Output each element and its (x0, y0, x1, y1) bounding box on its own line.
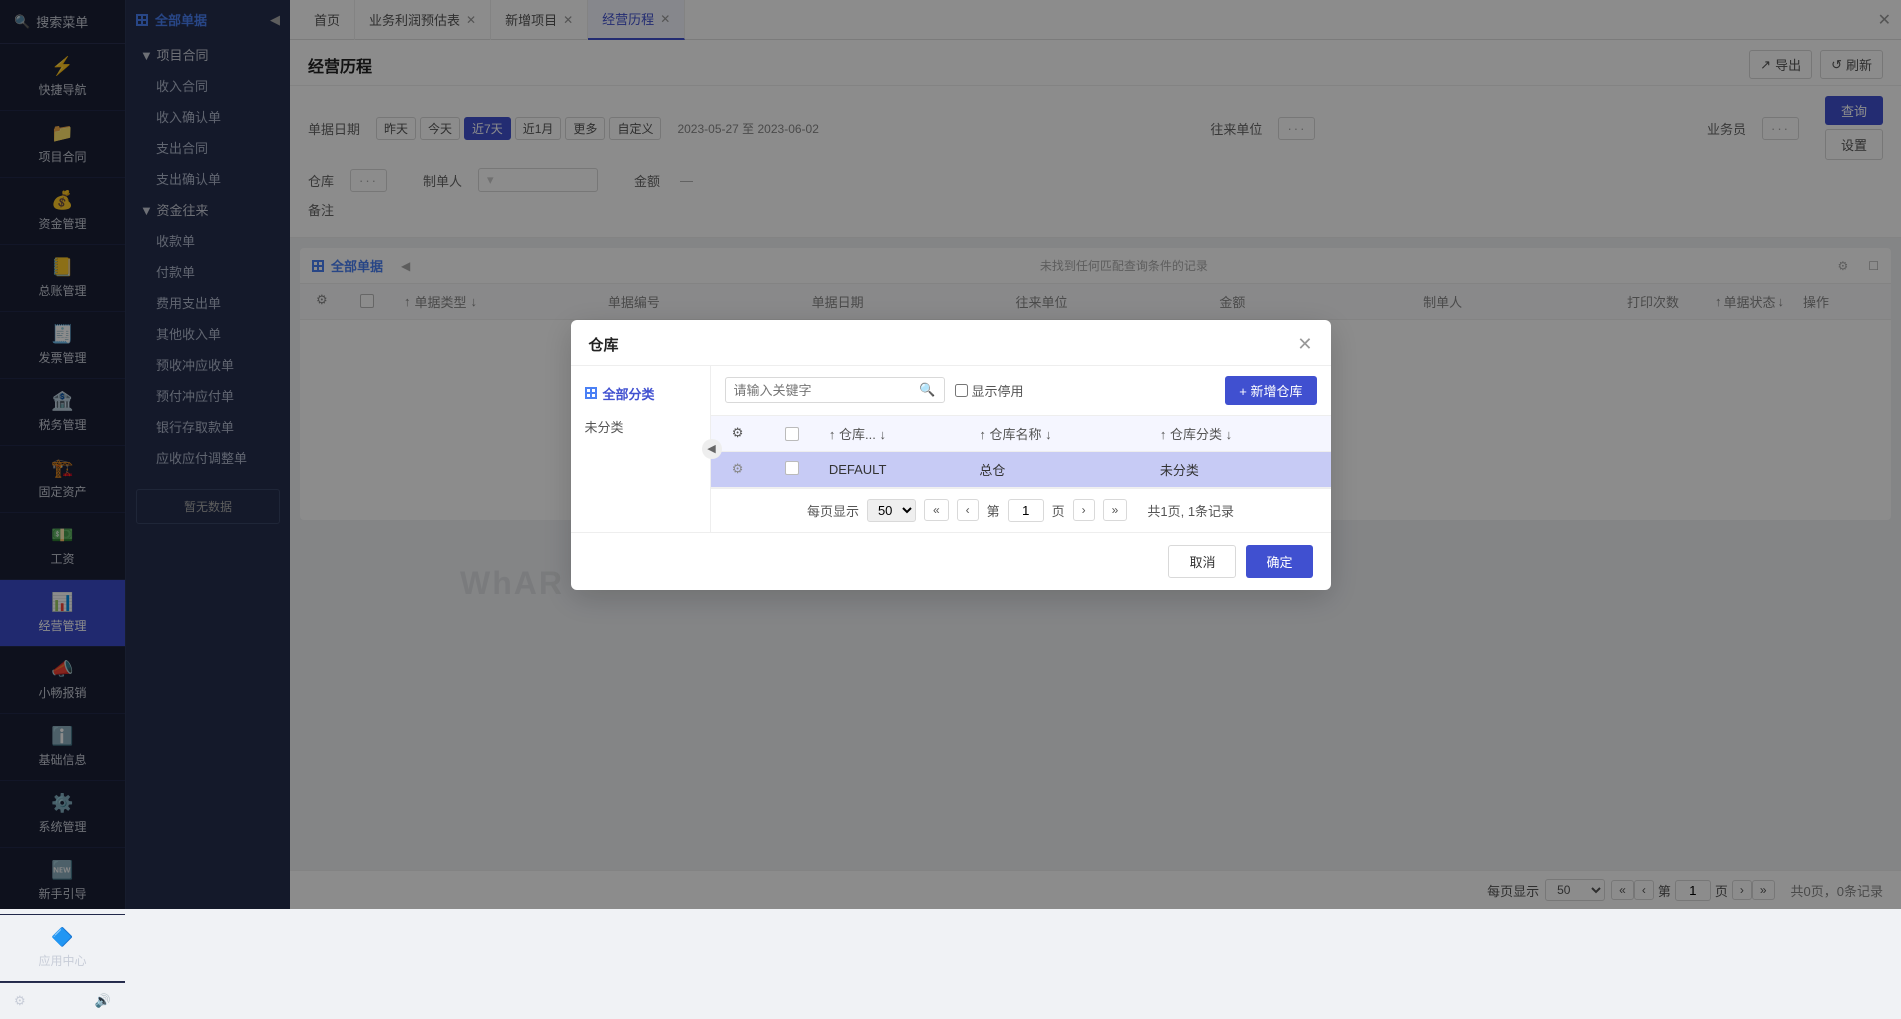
modal-search-icon[interactable]: 🔍 (919, 382, 935, 398)
modal-toolbar: 🔍 显示停用 + 新增仓库 (711, 366, 1331, 416)
modal-page-input[interactable] (1008, 499, 1044, 522)
modal-per-page-select[interactable]: 50 (867, 499, 916, 522)
category-all-label: 全部分类 (603, 384, 655, 403)
modal-per-page-label: 每页显示 (807, 501, 859, 520)
th-category: ↑ 仓库分类 ↓ (1150, 416, 1331, 452)
settings-icon[interactable]: ⚙ (14, 993, 26, 1009)
th-code: ↑ 仓库... ↓ (819, 416, 969, 452)
modal-overlay: 仓库 ✕ 全部分类 未分类 ◀ (0, 0, 1901, 909)
settings-gear-icon: ⚙ (732, 425, 744, 440)
modal-close-btn[interactable]: ✕ (1297, 334, 1312, 355)
sidebar-bottom: ⚙ 🔊 (0, 982, 125, 1019)
modal-search-wrap: 🔍 (725, 377, 945, 403)
row-checkbox[interactable] (785, 461, 799, 475)
row-name: 总仓 (969, 451, 1150, 487)
table-row[interactable]: ⚙ DEFAULT 总仓 未分类 (711, 451, 1331, 487)
modal-footer: 取消 确定 (571, 532, 1331, 590)
sort-icon-up: ↑ (829, 427, 836, 442)
collapse-category-btn[interactable]: ◀ (702, 439, 722, 459)
modal-title: 仓库 (589, 334, 619, 355)
sort-icon-down2: ↓ (1045, 427, 1052, 442)
modal-first-btn[interactable]: « (924, 499, 949, 521)
sound-icon[interactable]: 🔊 (95, 993, 111, 1009)
modal-pagination: 每页显示 50 « ‹ 第 页 › » 共1页, 1条记录 (711, 488, 1331, 532)
row-check[interactable] (765, 451, 819, 487)
row-gear-icon: ⚙ (732, 461, 744, 476)
category-uncategorized-item[interactable]: 未分类 (571, 411, 710, 442)
th-check (765, 416, 819, 452)
modal-prev-btn[interactable]: ‹ (957, 499, 979, 521)
show-disabled-checkbox[interactable] (955, 384, 968, 397)
confirm-button[interactable]: 确定 (1246, 545, 1312, 578)
modal-table-panel: 🔍 显示停用 + 新增仓库 ⚙ (711, 366, 1331, 532)
sort-icon-up3: ↑ (1160, 427, 1167, 442)
category-uncategorized-label: 未分类 (585, 420, 624, 435)
sort-icon-down: ↓ (879, 427, 886, 442)
modal-next-btn[interactable]: › (1073, 499, 1095, 521)
row-settings[interactable]: ⚙ (711, 451, 765, 487)
row-category: 未分类 (1150, 451, 1331, 487)
show-disabled-wrap: 显示停用 (955, 381, 1024, 400)
category-all-item[interactable]: 全部分类 (571, 376, 710, 411)
sidebar-item-app-center[interactable]: 🔷 应用中心 (0, 915, 125, 982)
sort-icon-down3: ↓ (1226, 427, 1233, 442)
app-center-icon: 🔷 (51, 927, 73, 948)
add-warehouse-btn[interactable]: + 新增仓库 (1225, 376, 1316, 405)
show-disabled-label: 显示停用 (972, 381, 1024, 400)
modal-data-table: ⚙ ↑ 仓库... ↓ ↑ 仓库名称 ↓ (711, 416, 1331, 488)
modal-page-label: 第 (987, 501, 1000, 520)
modal-header: 仓库 ✕ (571, 320, 1331, 366)
modal-last-btn[interactable]: » (1103, 499, 1128, 521)
cancel-button[interactable]: 取消 (1168, 545, 1236, 578)
row-code: DEFAULT (819, 451, 969, 487)
warehouse-modal: 仓库 ✕ 全部分类 未分类 ◀ (571, 320, 1331, 590)
th-name: ↑ 仓库名称 ↓ (969, 416, 1150, 452)
table-header-checkbox[interactable] (785, 427, 799, 441)
modal-body: 全部分类 未分类 ◀ 🔍 显示停用 (571, 366, 1331, 532)
modal-search-input[interactable] (734, 383, 916, 398)
sort-icon-up2: ↑ (979, 427, 986, 442)
modal-page-summary: 共1页, 1条记录 (1147, 501, 1234, 520)
sidebar-item-label: 应用中心 (38, 952, 86, 969)
category-panel: 全部分类 未分类 ◀ (571, 366, 711, 532)
modal-page-suffix: 页 (1052, 501, 1065, 520)
grid-icon3 (585, 387, 597, 399)
